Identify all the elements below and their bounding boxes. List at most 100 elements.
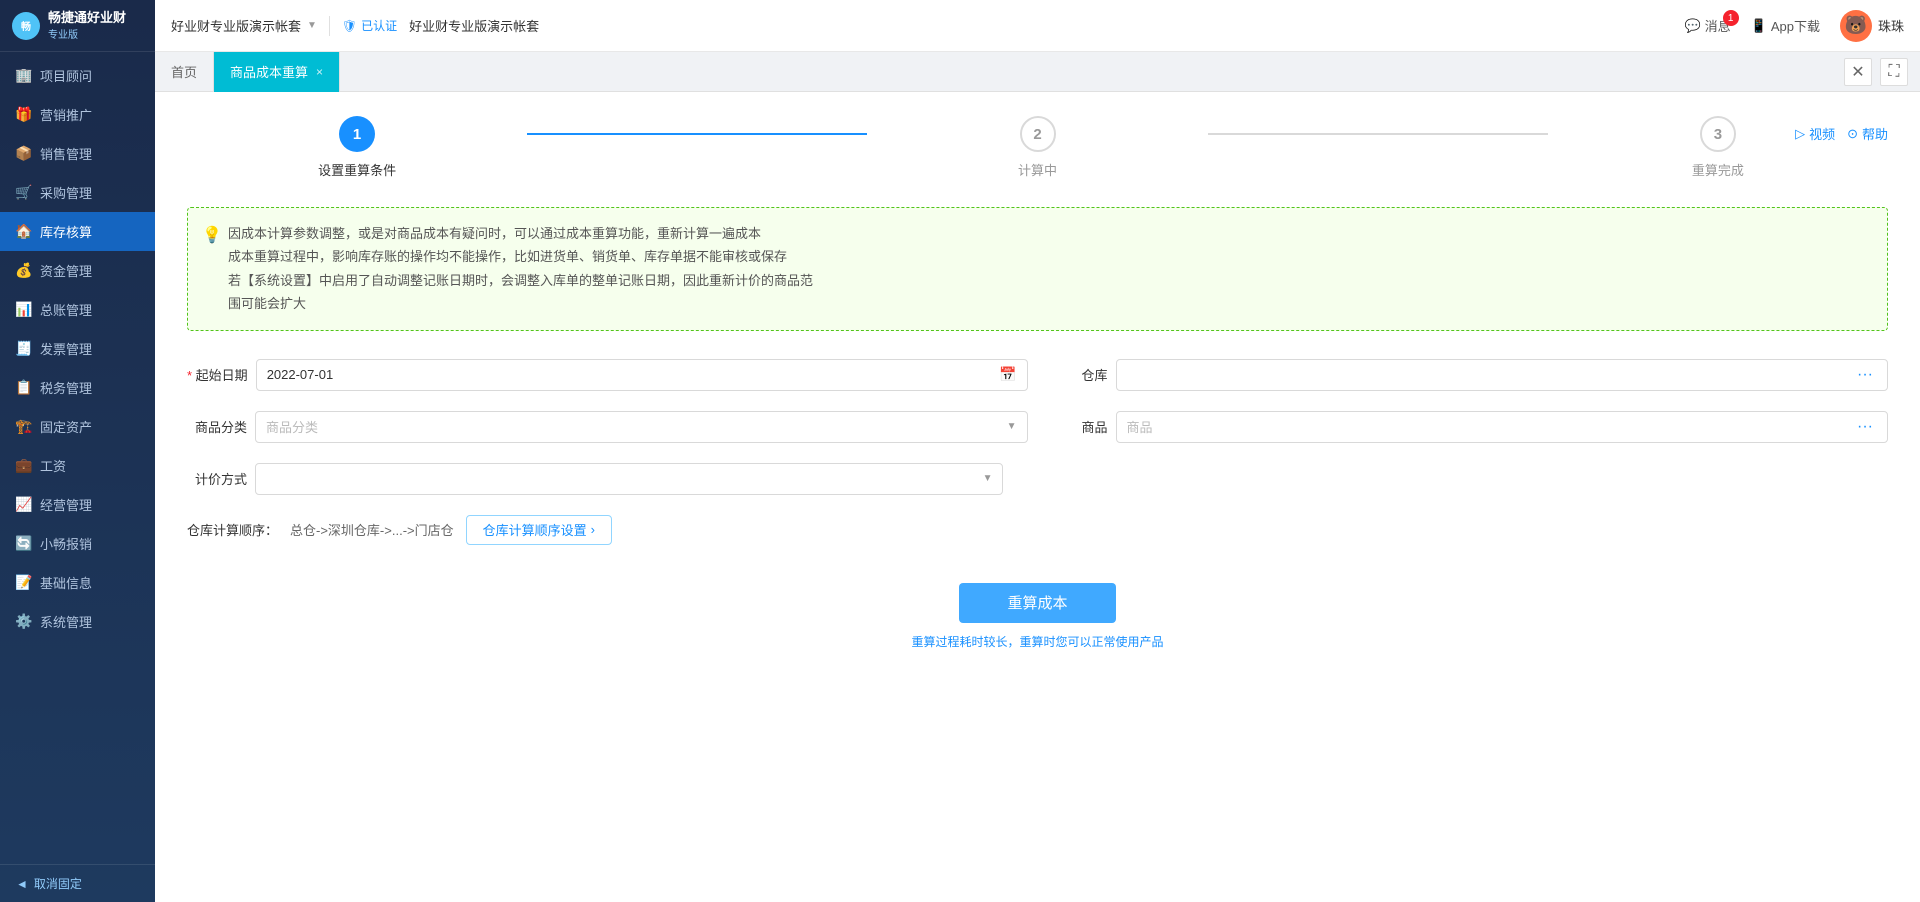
sidebar-nav: 🏢 项目顾问 🎁 营销推广 📦 销售管理 🛒 采购管理 🏠 库存核算 💰 资金管… — [0, 52, 155, 864]
sales-icon: 📦 — [16, 146, 32, 162]
warehouse-dots-icon[interactable]: ··· — [1853, 366, 1877, 384]
step-2-number: 2 — [1033, 126, 1041, 143]
category-group: 商品分类 商品分类 ▼ — [187, 411, 1028, 443]
recalculate-button[interactable]: 重算成本 — [959, 583, 1115, 623]
sidebar-item-label-marketing: 营销推广 — [40, 105, 92, 124]
expand-window-button[interactable]: ⛶ — [1880, 58, 1908, 86]
start-date-label: 起始日期 — [187, 365, 248, 384]
step-2: 2 计算中 — [867, 116, 1207, 179]
sidebar-item-operations[interactable]: 📈 经营管理 — [0, 485, 155, 524]
invoice-icon: 🧾 — [16, 341, 32, 357]
sidebar-item-expense[interactable]: 🔄 小畅报销 — [0, 524, 155, 563]
bulb-icon: 💡 — [202, 222, 222, 251]
sidebar-item-label-operations: 经营管理 — [40, 495, 92, 514]
sidebar-item-label-salary: 工资 — [40, 456, 66, 475]
help-button[interactable]: ⊙ 帮助 — [1847, 124, 1888, 143]
message-badge: 1 — [1723, 10, 1739, 26]
notice-box: 💡 因成本计算参数调整，或是对商品成本有疑问时，可以通过成本重算功能，重新计算一… — [187, 207, 1888, 331]
account-name: 好业财专业版演示帐套 — [171, 16, 301, 35]
sidebar-item-finance[interactable]: 💰 资金管理 — [0, 251, 155, 290]
content-area: 1 设置重算条件 2 计算中 3 重算完成 ▷ 视频 ⊙ 帮助 — [155, 92, 1920, 902]
account-chevron-icon: ▼ — [307, 20, 317, 31]
sidebar-item-marketing[interactable]: 🎁 营销推广 — [0, 95, 155, 134]
sidebar-item-label-system: 系统管理 — [40, 612, 92, 631]
finance-icon: 💰 — [16, 263, 32, 279]
sidebar-item-label-finance: 资金管理 — [40, 261, 92, 280]
topbar-actions: 💬 消息 1 📱 App下载 🐻 珠珠 — [1684, 10, 1904, 42]
sidebar-item-tax[interactable]: 📋 税务管理 — [0, 368, 155, 407]
sidebar-item-assets[interactable]: 🏗️ 固定资产 — [0, 407, 155, 446]
topbar-divider — [329, 16, 330, 36]
pin-icon: ◄ — [16, 877, 28, 891]
sidebar-item-label-accounting: 总账管理 — [40, 300, 92, 319]
step-3-circle: 3 — [1700, 116, 1736, 152]
verified-badge: 🛡 已认证 — [342, 17, 397, 34]
goods-dots-icon[interactable]: ··· — [1853, 418, 1877, 436]
sidebar-item-inventory[interactable]: 🏠 库存核算 — [0, 212, 155, 251]
calendar-icon[interactable]: 📅 — [999, 366, 1016, 383]
sidebar-header: 畅 畅捷通好业财 专业版 — [0, 0, 155, 52]
purchase-icon: 🛒 — [16, 185, 32, 201]
sidebar-item-salary[interactable]: 💼 工资 — [0, 446, 155, 485]
tab-close-icon[interactable]: × — [316, 65, 323, 79]
sidebar-item-label-inventory: 库存核算 — [40, 222, 92, 241]
tab-home[interactable]: 首页 — [155, 52, 214, 92]
warehouse-order-btn-label: 仓库计算顺序设置 — [483, 520, 587, 539]
step-3-label: 重算完成 — [1692, 160, 1744, 179]
steps-indicator: 1 设置重算条件 2 计算中 3 重算完成 ▷ 视频 ⊙ 帮助 — [187, 116, 1888, 179]
recalculate-label: 重算成本 — [1007, 595, 1067, 612]
sidebar-footer[interactable]: ◄ 取消固定 — [0, 864, 155, 902]
notice-line-4: 围可能会扩大 — [228, 292, 1871, 315]
tab-recalculate[interactable]: 商品成本重算 × — [214, 52, 340, 92]
warehouse-order-settings-button[interactable]: 仓库计算顺序设置 › — [466, 515, 612, 545]
expense-icon: 🔄 — [16, 536, 32, 552]
pricing-group: 计价方式 ▼ — [187, 463, 1003, 495]
sidebar-item-project[interactable]: 🏢 项目顾问 — [0, 56, 155, 95]
pricing-chevron-icon: ▼ — [983, 473, 993, 484]
category-select[interactable]: 商品分类 ▼ — [255, 411, 1028, 443]
form-row-2: 商品分类 商品分类 ▼ 商品 商品 ··· — [187, 411, 1888, 443]
sidebar-item-system[interactable]: ⚙️ 系统管理 — [0, 602, 155, 641]
sidebar-footer-label: 取消固定 — [34, 875, 82, 892]
submit-area: 重算成本 重算过程耗时较长，重算时您可以正常使用产品 — [187, 573, 1888, 660]
avatar: 🐻 — [1840, 10, 1872, 42]
sidebar-item-purchase[interactable]: 🛒 采购管理 — [0, 173, 155, 212]
topbar: 好业财专业版演示帐套 ▼ 🛡 已认证 好业财专业版演示帐套 💬 消息 1 📱 A… — [155, 0, 1920, 52]
goods-input[interactable]: 商品 ··· — [1116, 411, 1889, 443]
user-area[interactable]: 🐻 珠珠 — [1840, 10, 1904, 42]
start-date-input[interactable]: 2022-07-01 📅 — [256, 359, 1028, 391]
sidebar-item-label-purchase: 采购管理 — [40, 183, 92, 202]
phone-icon: 📱 — [1751, 18, 1767, 34]
help-video-button[interactable]: ▷ 视频 — [1795, 124, 1835, 143]
category-label: 商品分类 — [187, 417, 247, 436]
app-subtitle: 专业版 — [48, 26, 126, 41]
messages-button[interactable]: 💬 消息 1 — [1684, 16, 1730, 35]
account-selector[interactable]: 好业财专业版演示帐套 ▼ — [171, 16, 317, 35]
shield-icon: 🛡 — [342, 19, 357, 33]
tax-icon: 📋 — [16, 380, 32, 396]
app-download-button[interactable]: 📱 App下载 — [1751, 16, 1820, 35]
main-area: 好业财专业版演示帐套 ▼ 🛡 已认证 好业财专业版演示帐套 💬 消息 1 📱 A… — [155, 0, 1920, 902]
step-line-1 — [527, 133, 867, 135]
message-icon: 💬 — [1684, 18, 1700, 34]
accounting-icon: 📊 — [16, 302, 32, 318]
sidebar: 畅 畅捷通好业财 专业版 🏢 项目顾问 🎁 营销推广 📦 销售管理 🛒 采购管理… — [0, 0, 155, 902]
pricing-label: 计价方式 — [187, 469, 247, 488]
tabs-bar: 首页 商品成本重算 × ✕ ⛶ — [155, 52, 1920, 92]
step-1-number: 1 — [353, 126, 361, 143]
notice-line-2: 成本重算过程中，影响库存账的操作均不能操作，比如进货单、销货单、库存单据不能审核… — [228, 245, 1871, 268]
app-download-label: App下载 — [1771, 16, 1820, 35]
sidebar-item-accounting[interactable]: 📊 总账管理 — [0, 290, 155, 329]
app-title: 畅捷通好业财 — [48, 10, 126, 26]
warehouse-input[interactable]: ··· — [1116, 359, 1889, 391]
sidebar-item-label-project: 项目顾问 — [40, 66, 92, 85]
company-name: 好业财专业版演示帐套 — [409, 16, 539, 35]
sidebar-item-basic[interactable]: 📝 基础信息 — [0, 563, 155, 602]
warehouse-order-row: 仓库计算顺序： 总仓->深圳仓库->...->门店仓 仓库计算顺序设置 › — [187, 515, 1888, 545]
pricing-select[interactable]: ▼ — [255, 463, 1003, 495]
form-row-1: 起始日期 2022-07-01 📅 仓库 ··· — [187, 359, 1888, 391]
goods-group: 商品 商品 ··· — [1048, 411, 1889, 443]
sidebar-item-sales[interactable]: 📦 销售管理 — [0, 134, 155, 173]
sidebar-item-invoice[interactable]: 🧾 发票管理 — [0, 329, 155, 368]
close-window-button[interactable]: ✕ — [1844, 58, 1872, 86]
